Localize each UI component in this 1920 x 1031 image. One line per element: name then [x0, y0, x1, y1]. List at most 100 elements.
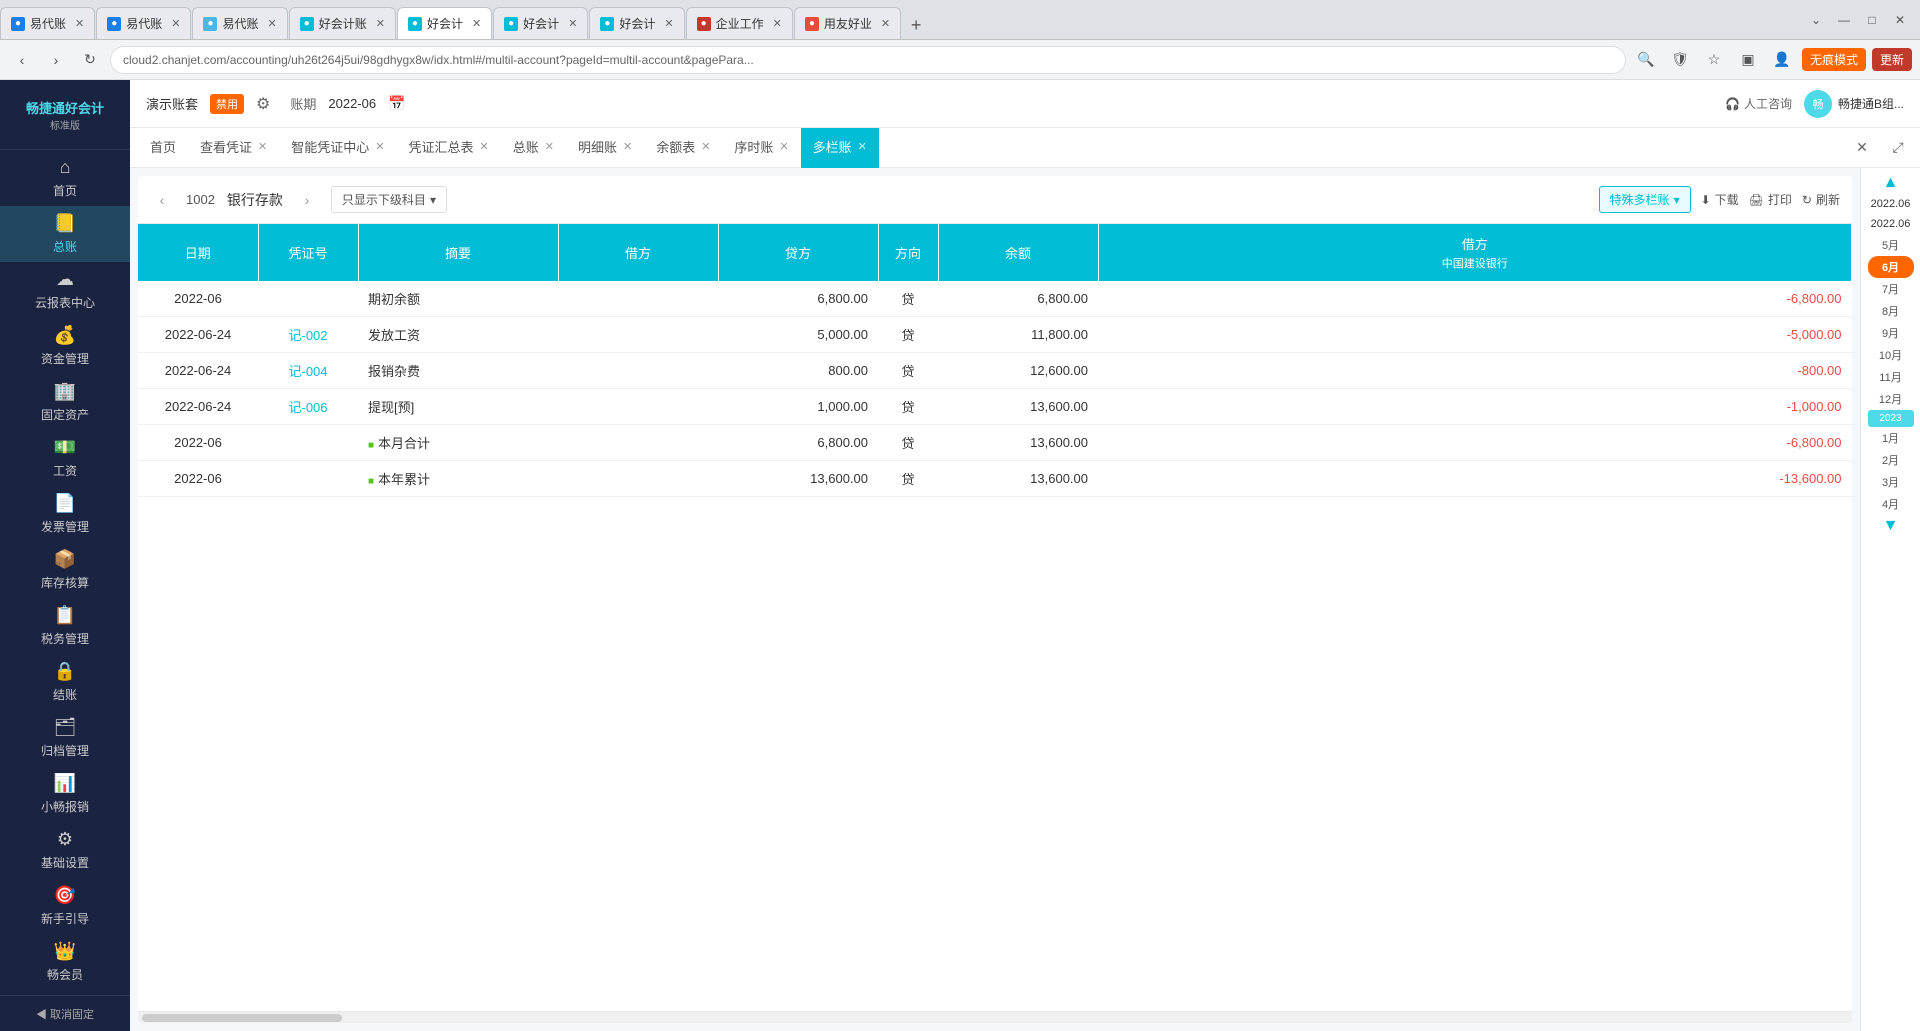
timeline-month[interactable]: 5月	[1868, 234, 1914, 256]
collapse-icon[interactable]: ✕	[1848, 134, 1876, 162]
user-profile-button[interactable]: 👤	[1768, 46, 1796, 74]
content-tab-balance[interactable]: 余额表✕	[644, 128, 722, 168]
reload-button[interactable]: ↻	[76, 46, 104, 74]
tab-close-button[interactable]: ✕	[472, 17, 481, 30]
tab-close-icon[interactable]: ✕	[375, 140, 384, 153]
address-input[interactable]: cloud2.chanjet.com/accounting/uh26t264j5…	[110, 46, 1626, 74]
scroll-thumb[interactable]	[142, 1014, 342, 1022]
timeline-month[interactable]: 8月	[1868, 300, 1914, 322]
sidebar-toggle-button[interactable]: ▣	[1734, 46, 1762, 74]
timeline-down-button[interactable]: ▼	[1881, 515, 1901, 537]
tab-close-button[interactable]: ✕	[75, 17, 84, 30]
browser-tab-t6[interactable]: ● 好会计 ✕	[493, 7, 588, 39]
timeline-month-2023[interactable]: 1月	[1868, 427, 1914, 449]
content-tab-summary[interactable]: 凭证汇总表✕	[396, 128, 500, 168]
timeline-month[interactable]: 9月	[1868, 322, 1914, 344]
update-button[interactable]: 更新	[1872, 48, 1912, 71]
timeline-month-2023[interactable]: 2月	[1868, 449, 1914, 471]
filter-dropdown[interactable]: 只显示下级科目 ▾	[331, 186, 447, 213]
tab-close-icon[interactable]: ✕	[480, 140, 489, 153]
sidebar-item-report[interactable]: 📊 小畅报销	[0, 766, 130, 822]
refresh-button[interactable]: ↻ 刷新	[1802, 191, 1840, 208]
tab-close-icon[interactable]: ✕	[779, 140, 788, 153]
sidebar-item-archive[interactable]: 🗂 归档管理	[0, 710, 130, 766]
account-prev-button[interactable]: ‹	[150, 188, 174, 212]
expand-icon[interactable]: ⤢	[1884, 134, 1912, 162]
forward-button[interactable]: ›	[42, 46, 70, 74]
voucher-link[interactable]: 记-006	[288, 400, 327, 415]
timeline-month[interactable]: 11月	[1868, 366, 1914, 388]
content-tab-sequence[interactable]: 序时账✕	[722, 128, 800, 168]
browser-tab-t2[interactable]: ● 易代账 ✕	[96, 7, 191, 39]
timeline-month[interactable]: 12月	[1868, 388, 1914, 410]
sidebar-item-home[interactable]: ⌂ 首页	[0, 150, 130, 206]
timeline-month[interactable]: 6月	[1868, 256, 1914, 278]
sidebar-item-salary[interactable]: 💵 工资	[0, 430, 130, 486]
consult-button[interactable]: 🎧 人工咨询	[1725, 95, 1792, 112]
sidebar-item-close[interactable]: 🔒 结账	[0, 654, 130, 710]
timeline-month[interactable]: 10月	[1868, 344, 1914, 366]
horizontal-scrollbar[interactable]	[138, 1011, 1852, 1023]
sidebar-item-assets[interactable]: 🏢 固定资产	[0, 374, 130, 430]
tab-favicon: ●	[408, 17, 422, 31]
browser-tab-t4[interactable]: ● 好会计账 ✕	[289, 7, 396, 39]
tab-close-icon[interactable]: ✕	[545, 140, 554, 153]
sidebar-item-invoice[interactable]: 📄 发票管理	[0, 486, 130, 542]
shield-icon[interactable]: 🛡	[1666, 46, 1694, 74]
tab-list-button[interactable]: ⌄	[1804, 8, 1828, 32]
maximize-button[interactable]: □	[1860, 8, 1884, 32]
search-icon[interactable]: 🔍	[1632, 46, 1660, 74]
sidebar-item-tax[interactable]: 📋 税务管理	[0, 598, 130, 654]
tab-close-icon[interactable]: ✕	[258, 140, 267, 153]
calendar-icon[interactable]: 📅	[388, 95, 405, 112]
print-button[interactable]: 🖨 打印	[1749, 191, 1792, 208]
timeline-up-button[interactable]: ▲	[1881, 172, 1901, 194]
sidebar-item-cloud[interactable]: ☁ 云报表中心	[0, 262, 130, 318]
content-tab-multicolumn[interactable]: 多栏账✕	[801, 128, 879, 168]
tab-close-icon[interactable]: ✕	[858, 140, 867, 153]
new-tab-button[interactable]: +	[902, 11, 930, 39]
tab-close-button[interactable]: ✕	[267, 17, 276, 30]
content-tab-voucher[interactable]: 查看凭证✕	[188, 128, 279, 168]
browser-tab-t7[interactable]: ● 好会计 ✕	[589, 7, 684, 39]
download-button[interactable]: ⬇ 下载	[1701, 191, 1739, 208]
sidebar-item-finance[interactable]: 💰 资金管理	[0, 318, 130, 374]
back-button[interactable]: ‹	[8, 46, 36, 74]
browser-tab-t9[interactable]: ● 用友好业 ✕	[794, 7, 901, 39]
tab-close-button[interactable]: ✕	[773, 17, 782, 30]
sidebar-item-inventory[interactable]: 📦 库存核算	[0, 542, 130, 598]
account-next-button[interactable]: ›	[295, 188, 319, 212]
minimize-button[interactable]: —	[1832, 8, 1856, 32]
voucher-link[interactable]: 记-002	[288, 328, 327, 343]
browser-tab-t8[interactable]: ● 企业工作 ✕	[686, 7, 793, 39]
sidebar-item-settings[interactable]: ⚙ 基础设置	[0, 822, 130, 878]
tab-close-button[interactable]: ✕	[376, 17, 385, 30]
tab-close-icon[interactable]: ✕	[701, 140, 710, 153]
browser-tab-t3[interactable]: ● 易代账 ✕	[192, 7, 287, 39]
timeline-month-2023[interactable]: 4月	[1868, 493, 1914, 515]
star-icon[interactable]: ☆	[1700, 46, 1728, 74]
tab-close-button[interactable]: ✕	[568, 17, 577, 30]
voucher-link[interactable]: 记-004	[288, 364, 327, 379]
content-tab-general[interactable]: 总账✕	[501, 128, 566, 168]
content-tab-detail[interactable]: 明细账✕	[566, 128, 644, 168]
tab-close-icon[interactable]: ✕	[623, 140, 632, 153]
content-tab-home[interactable]: 首页	[138, 128, 188, 168]
timeline-month[interactable]: 7月	[1868, 278, 1914, 300]
ledger-table-container[interactable]: 日期 凭证号 摘要 借方	[138, 224, 1852, 1011]
sidebar-item-ledger[interactable]: 📒 总账	[0, 206, 130, 262]
browser-tab-t1[interactable]: ● 易代账 ✕	[0, 7, 95, 39]
special-multicolumn-button[interactable]: 特殊多栏账 ▾	[1599, 186, 1691, 213]
content-tab-smart[interactable]: 智能凭证中心✕	[279, 128, 396, 168]
tab-close-button[interactable]: ✕	[881, 17, 890, 30]
gear-icon[interactable]: ⚙	[256, 94, 270, 114]
tab-close-button[interactable]: ✕	[664, 17, 673, 30]
sidebar-item-member[interactable]: 👑 畅会员	[0, 934, 130, 990]
timeline-month-2023[interactable]: 3月	[1868, 471, 1914, 493]
incognito-mode-button[interactable]: 无痕模式	[1802, 48, 1866, 71]
close-window-button[interactable]: ✕	[1888, 8, 1912, 32]
browser-tab-t5[interactable]: ● 好会计 ✕	[397, 7, 492, 39]
sidebar-item-guide[interactable]: 🎯 新手引导	[0, 878, 130, 934]
sidebar-pin-button[interactable]: ◀ 取消固定	[0, 995, 130, 1031]
tab-close-button[interactable]: ✕	[171, 17, 180, 30]
